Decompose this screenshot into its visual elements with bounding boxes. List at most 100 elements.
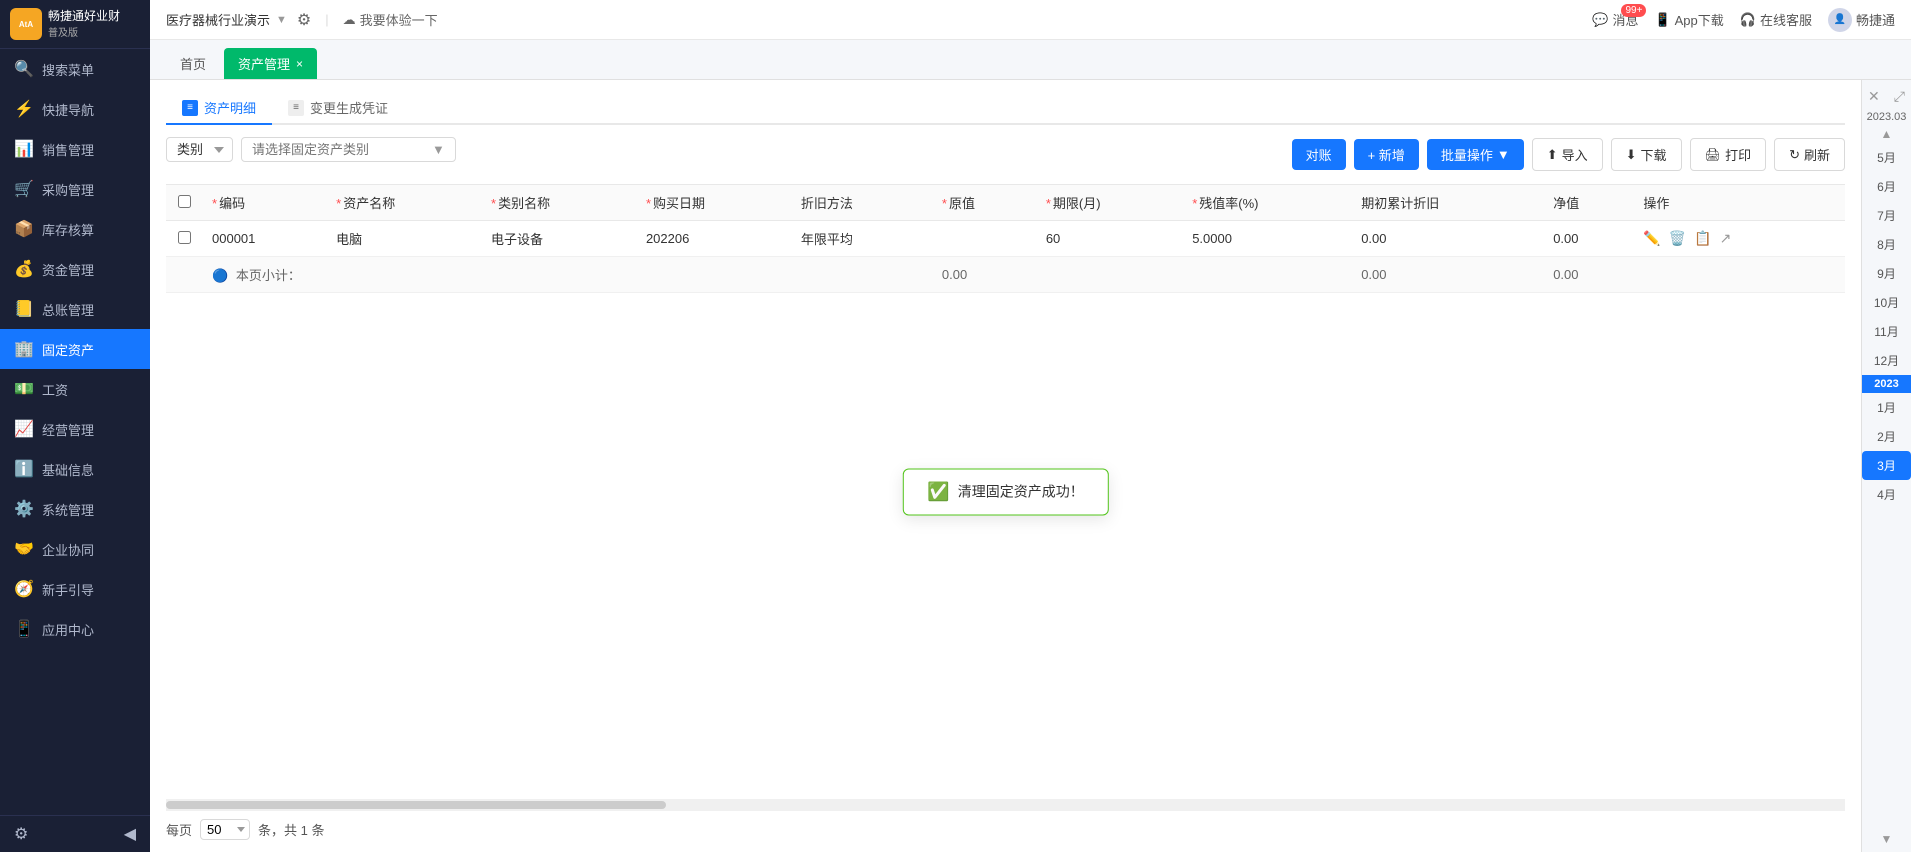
sidebar-item-basic-info[interactable]: ℹ️ 基础信息	[0, 449, 150, 489]
right-panel: ✕ ⤢ 2023.03 ▲ 5月 6月 7月 8月 9月 10月 11月 12月…	[1861, 80, 1911, 852]
col-category: *类别名称	[481, 185, 636, 221]
sidebar-item-fixed-assets[interactable]: 🏢 固定资产	[0, 329, 150, 369]
experience-btn[interactable]: ☁ 我要体验一下	[343, 10, 438, 29]
sidebar-item-label: 工资	[42, 380, 68, 399]
delete-icon[interactable]: 🗑️	[1669, 230, 1686, 247]
table-wrap: *编码 *资产名称 *类别名称 *购买日期 折旧方法 *原值 *期限(月) *残…	[166, 184, 1845, 799]
month-6[interactable]: 6月	[1862, 172, 1911, 201]
settings-gear-icon[interactable]: ⚙	[297, 10, 311, 30]
subtotal-icon: 🔵	[212, 268, 228, 283]
month-2[interactable]: 2月	[1862, 422, 1911, 451]
sidebar-menu: 🔍 搜索菜单 ⚡ 快捷导航 📊 销售管理 🛒 采购管理 📦 库存核算 💰 资金管…	[0, 49, 150, 815]
edit-icon[interactable]: ✏️	[1643, 230, 1660, 247]
category-filter[interactable]: 类别	[166, 137, 233, 162]
company-selector[interactable]: 医疗器械行业演示 ▼	[166, 10, 287, 29]
change-voucher-icon: ≡	[288, 100, 304, 116]
page-size-select[interactable]: 50 10 20 100	[200, 819, 250, 840]
sidebar-item-quick-nav[interactable]: ⚡ 快捷导航	[0, 89, 150, 129]
month-8[interactable]: 8月	[1862, 230, 1911, 259]
sidebar-item-inventory[interactable]: 📦 库存核算	[0, 209, 150, 249]
sidebar-item-finance[interactable]: 💰 资金管理	[0, 249, 150, 289]
horizontal-scrollbar[interactable]	[166, 799, 1845, 811]
app-download-btn[interactable]: 📱 App下载	[1654, 10, 1723, 29]
sidebar-item-ledger[interactable]: 📒 总账管理	[0, 289, 150, 329]
month-1[interactable]: 1月	[1862, 393, 1911, 422]
refresh-button[interactable]: ↻ 刷新	[1774, 138, 1845, 171]
subtotal-residual	[1182, 257, 1351, 293]
user-profile-btn[interactable]: 👤 畅捷通	[1828, 8, 1895, 32]
month-9[interactable]: 9月	[1862, 259, 1911, 288]
panel-top-buttons: ✕ ⤢	[1862, 84, 1911, 109]
copy-icon[interactable]: 📋	[1694, 230, 1711, 247]
messages-badge: 99+	[1621, 4, 1646, 17]
cell-net-value: 0.00	[1543, 221, 1633, 257]
month-10[interactable]: 10月	[1862, 288, 1911, 317]
reconcile-button[interactable]: 对账	[1292, 139, 1346, 170]
category-input[interactable]	[252, 142, 428, 157]
more-icon[interactable]: ↗	[1720, 230, 1732, 247]
print-button[interactable]: 🖨 打印	[1690, 138, 1767, 171]
print-icon: 🖨	[1705, 147, 1722, 163]
month-7[interactable]: 7月	[1862, 201, 1911, 230]
mobile-icon: 📱	[1654, 12, 1670, 28]
success-toast: ✅ 清理固定资产成功！	[902, 468, 1108, 515]
collapse-icon[interactable]: ◀	[124, 824, 136, 844]
settings-icon[interactable]: ⚙	[14, 824, 28, 844]
toolbar-right: 对账 + 新增 批量操作 ▼ ⬆ 导入 ⬇ 下载 🖨	[1292, 138, 1845, 171]
sidebar-item-search[interactable]: 🔍 搜索菜单	[0, 49, 150, 89]
download-button[interactable]: ⬇ 下载	[1611, 138, 1682, 171]
month-4[interactable]: 4月	[1862, 480, 1911, 509]
import-button[interactable]: ⬆ 导入	[1532, 138, 1603, 171]
subtotal-label-cell: 🔵 本页小计：	[202, 257, 932, 293]
year-2023-label[interactable]: 2023	[1862, 375, 1911, 393]
col-original-value: *原值	[932, 185, 1036, 221]
col-residual-rate: *残值率(%)	[1182, 185, 1351, 221]
tab-asset-detail[interactable]: ≡ 资产明细	[166, 92, 272, 125]
sidebar-item-label: 系统管理	[42, 500, 94, 519]
panel-scroll-down-icon[interactable]: ▼	[1879, 830, 1895, 848]
month-12[interactable]: 12月	[1862, 346, 1911, 375]
month-3-active[interactable]: 3月	[1862, 451, 1911, 480]
cell-depreciation-method: 年限平均	[791, 221, 932, 257]
assets-table: *编码 *资产名称 *类别名称 *购买日期 折旧方法 *原值 *期限(月) *残…	[166, 184, 1845, 293]
subtotal-original-value: 0.00	[932, 257, 1036, 293]
messages-btn[interactable]: 💬 消息 99+	[1592, 10, 1638, 29]
customer-service-btn[interactable]: 🎧 在线客服	[1740, 10, 1812, 29]
panel-close-icon[interactable]: ✕	[1868, 88, 1880, 105]
sidebar-item-label: 采购管理	[42, 180, 94, 199]
message-icon: 💬	[1592, 12, 1608, 28]
sidebar-item-guide[interactable]: 🧭 新手引导	[0, 569, 150, 609]
guide-icon: 🧭	[14, 579, 34, 599]
cooperation-icon: 🤝	[14, 539, 34, 559]
subtotal-empty-1	[166, 257, 202, 293]
batch-arrow-icon: ▼	[1497, 147, 1510, 162]
finance-icon: 💰	[14, 259, 34, 279]
main-area: 医疗器械行业演示 ▼ ⚙ | ☁ 我要体验一下 💬 消息 99+ 📱 App下载…	[150, 0, 1911, 852]
panel-scroll-up-icon[interactable]: ▲	[1879, 125, 1895, 143]
sidebar-item-system[interactable]: ⚙️ 系统管理	[0, 489, 150, 529]
panel-expand-icon[interactable]: ⤢	[1894, 88, 1905, 105]
apps-icon: 📱	[14, 619, 34, 639]
sidebar-item-operations[interactable]: 📈 经营管理	[0, 409, 150, 449]
tab-asset-management[interactable]: 资产管理 ×	[224, 48, 317, 79]
sidebar-item-purchase[interactable]: 🛒 采购管理	[0, 169, 150, 209]
sidebar-item-cooperation[interactable]: 🤝 企业协同	[0, 529, 150, 569]
dropdown-arrow-icon[interactable]: ▼	[432, 142, 445, 157]
tab-change-voucher[interactable]: ≡ 变更生成凭证	[272, 92, 404, 125]
sidebar-item-apps[interactable]: 📱 应用中心	[0, 609, 150, 649]
row-checkbox[interactable]	[178, 231, 191, 244]
new-button[interactable]: + 新增	[1354, 139, 1419, 170]
select-all-checkbox[interactable]	[178, 195, 191, 208]
month-11[interactable]: 11月	[1862, 317, 1911, 346]
total-label: 条，共 1 条	[258, 820, 324, 839]
logo-text: 畅捷通好业财	[48, 9, 120, 25]
sidebar-item-label: 应用中心	[42, 620, 94, 639]
col-depreciation-method: 折旧方法	[791, 185, 932, 221]
month-5[interactable]: 5月	[1862, 143, 1911, 172]
scrollbar-thumb[interactable]	[166, 801, 666, 809]
sidebar-item-salary[interactable]: 💵 工资	[0, 369, 150, 409]
batch-button[interactable]: 批量操作 ▼	[1427, 139, 1524, 170]
tab-close-icon[interactable]: ×	[296, 57, 303, 71]
sidebar-item-sales[interactable]: 📊 销售管理	[0, 129, 150, 169]
tab-home[interactable]: 首页	[166, 48, 220, 79]
